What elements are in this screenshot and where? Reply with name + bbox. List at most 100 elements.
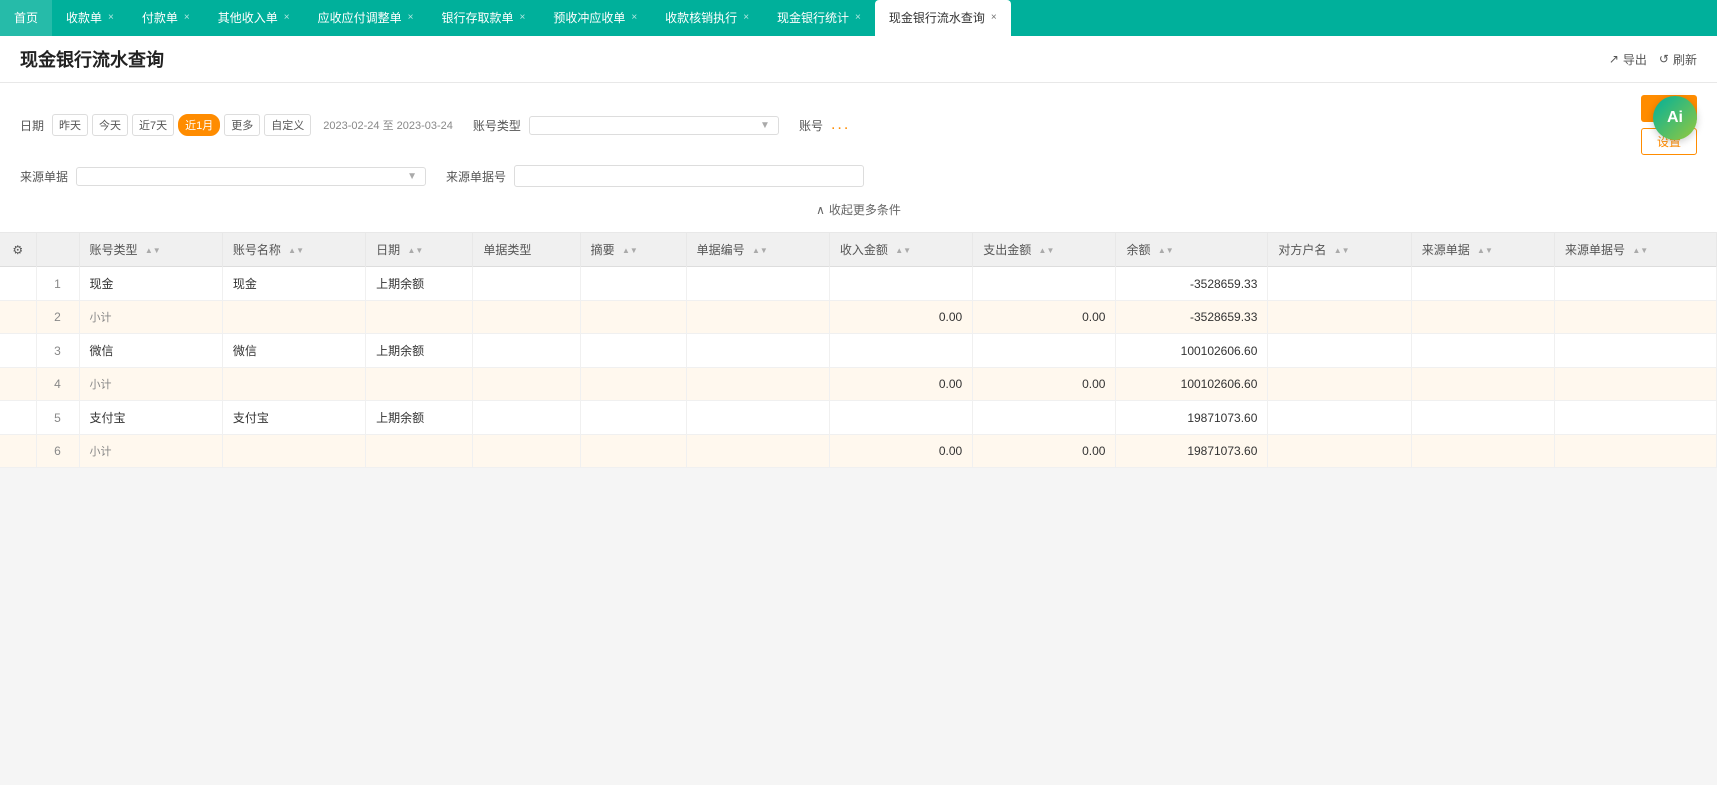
ai-assistant-button[interactable]: Ai [1653,96,1697,140]
filter-area: 日期 昨天 今天 近7天 近1月 更多 自定义 2023-02-24 至 202… [0,83,1717,233]
col-income-sort: ▲▼ [895,247,911,255]
cell-expense [973,334,1116,368]
cell-income [829,267,972,301]
account-type-chevron: ▼ [760,120,770,131]
nav-collection-exec-label: 收款核销执行 [665,0,737,36]
nav-home-label: 首页 [14,0,38,36]
table-header-row: ⚙ 账号类型 ▲▼ 账号名称 ▲▼ 日期 ▲▼ 单据类型 [0,233,1717,267]
refresh-icon: ↺ [1659,52,1669,66]
col-expense[interactable]: 支出金额 ▲▼ [973,233,1116,267]
cell-date: 上期余额 [366,267,473,301]
date-btn-more[interactable]: 更多 [224,114,260,136]
cell-account-type: 小计 [79,301,222,334]
nav-home[interactable]: 首页 [0,0,52,36]
col-source-doc-no[interactable]: 来源单据号 ▲▼ [1554,233,1716,267]
cell-gear [0,368,36,401]
col-account-type[interactable]: 账号类型 ▲▼ [79,233,222,267]
cell-doc-type [473,334,580,368]
ai-label: Ai [1667,109,1683,127]
nav-cash-bank-flow-close[interactable]: × [991,0,997,36]
cell-counterparty [1268,301,1411,334]
cell-income: 0.00 [829,435,972,468]
cell-account-name [222,435,365,468]
refresh-label: 刷新 [1673,51,1697,68]
nav-cash-bank-flow[interactable]: 现金银行流水查询 × [875,0,1011,36]
nav-receipts-close[interactable]: × [108,0,114,36]
cell-balance: 100102606.60 [1116,368,1268,401]
cell-summary [580,401,686,435]
nav-other-income-label: 其他收入单 [218,0,278,36]
col-doc-type-label: 单据类型 [483,243,531,257]
cell-account-name [222,368,365,401]
col-counterparty[interactable]: 对方户名 ▲▼ [1268,233,1411,267]
table-body: 1现金现金上期余额-3528659.332小计0.000.00-3528659.… [0,267,1717,468]
collapse-filters-button[interactable]: ∧ 收起更多条件 [20,197,1697,220]
cell-source-doc-no [1554,267,1716,301]
gear-icon[interactable]: ⚙ [12,243,23,257]
nav-ar-ap-adjust-label: 应收应付调整单 [318,0,402,36]
cell-source-doc [1411,368,1554,401]
cell-expense [973,267,1116,301]
export-button[interactable]: ↗ 导出 [1609,51,1647,68]
nav-receipts-label: 收款单 [66,0,102,36]
account-type-select[interactable]: ▼ [529,116,779,135]
date-btn-7days[interactable]: 近7天 [132,114,174,136]
col-expense-sort: ▲▼ [1039,247,1055,255]
col-account-name[interactable]: 账号名称 ▲▼ [222,233,365,267]
nav-advance-offset[interactable]: 预收冲应收单 × [539,0,651,36]
refresh-button[interactable]: ↺ 刷新 [1659,51,1697,68]
cell-counterparty [1268,267,1411,301]
cell-summary [580,368,686,401]
date-btn-yesterday[interactable]: 昨天 [52,114,88,136]
nav-cash-bank-stats[interactable]: 现金银行统计 × [763,0,875,36]
source-doc-chevron: ▼ [407,171,417,182]
date-btn-today[interactable]: 今天 [92,114,128,136]
nav-payments-label: 付款单 [142,0,178,36]
cell-doc-type [473,368,580,401]
col-source-doc[interactable]: 来源单据 ▲▼ [1411,233,1554,267]
export-label: 导出 [1623,51,1647,68]
cell-counterparty [1268,334,1411,368]
cell-expense: 0.00 [973,435,1116,468]
account-no-filter-group: 账号 ... [799,116,850,134]
cell-gear [0,334,36,368]
nav-bank-deposit[interactable]: 银行存取款单 × [427,0,539,36]
cell-doc-type [473,267,580,301]
cell-row-num: 4 [36,368,79,401]
col-summary[interactable]: 摘要 ▲▼ [580,233,686,267]
nav-other-income-close[interactable]: × [284,0,290,36]
nav-payments[interactable]: 付款单 × [128,0,204,36]
nav-cash-bank-stats-close[interactable]: × [855,0,861,36]
source-doc-no-input[interactable] [514,165,864,187]
nav-collection-exec-close[interactable]: × [743,0,749,36]
cell-counterparty [1268,435,1411,468]
col-income[interactable]: 收入金额 ▲▼ [829,233,972,267]
cell-account-name: 支付宝 [222,401,365,435]
cell-doc-type [473,301,580,334]
cell-source-doc-no [1554,368,1716,401]
nav-advance-offset-label: 预收冲应收单 [553,0,625,36]
account-no-dots[interactable]: ... [831,116,850,134]
col-gear: ⚙ [0,233,36,267]
col-doc-no[interactable]: 单据编号 ▲▼ [686,233,829,267]
nav-receipts[interactable]: 收款单 × [52,0,128,36]
cell-gear [0,435,36,468]
date-btn-1month[interactable]: 近1月 [178,114,220,136]
col-date[interactable]: 日期 ▲▼ [366,233,473,267]
nav-other-income[interactable]: 其他收入单 × [204,0,304,36]
nav-ar-ap-adjust[interactable]: 应收应付调整单 × [304,0,428,36]
collapse-up-icon: ∧ [816,203,825,217]
col-date-sort: ▲▼ [407,247,423,255]
col-balance[interactable]: 余额 ▲▼ [1116,233,1268,267]
nav-bank-deposit-close[interactable]: × [519,0,525,36]
nav-advance-offset-close[interactable]: × [631,0,637,36]
nav-ar-ap-adjust-close[interactable]: × [408,0,414,36]
cell-balance: -3528659.33 [1116,301,1268,334]
date-btn-custom[interactable]: 自定义 [264,114,311,136]
nav-collection-exec[interactable]: 收款核销执行 × [651,0,763,36]
account-type-label: 账号类型 [473,117,521,134]
source-doc-select[interactable]: ▼ [76,167,426,186]
source-doc-no-filter-group: 来源单据号 [446,165,864,187]
date-range-display: 2023-02-24 至 2023-03-24 [323,117,453,133]
nav-payments-close[interactable]: × [184,0,190,36]
